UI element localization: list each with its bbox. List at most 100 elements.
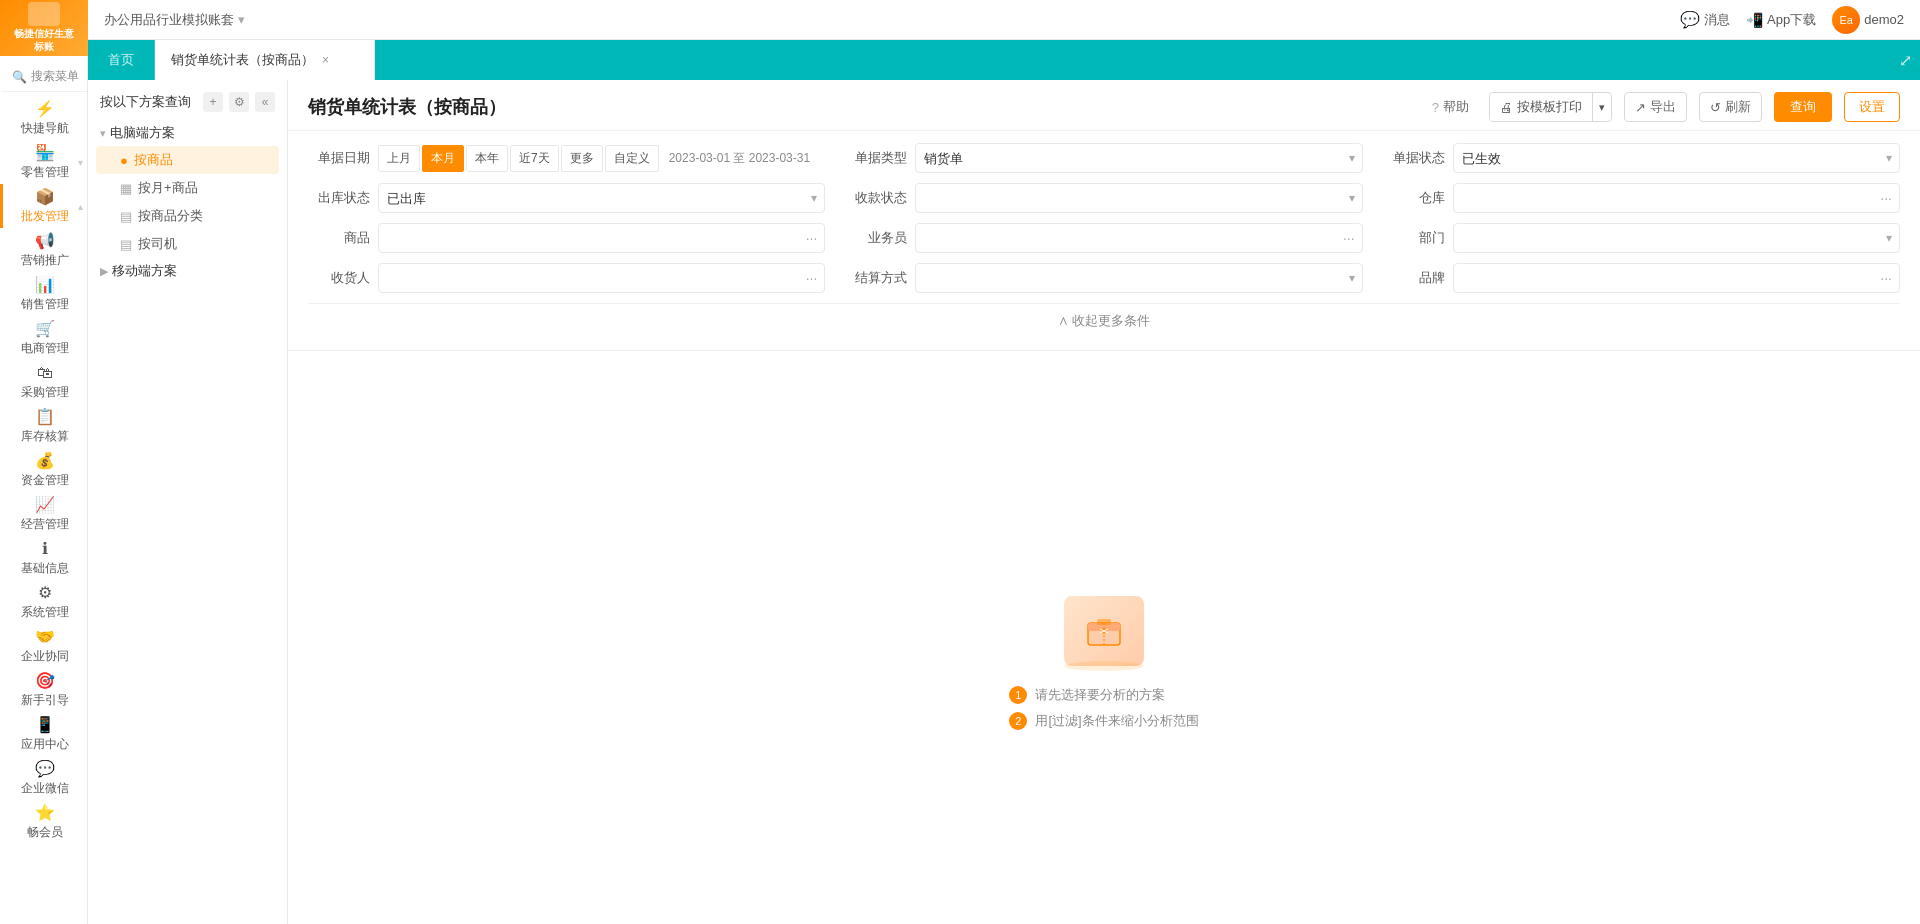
- panel-item-by-product[interactable]: ● 按商品: [96, 146, 279, 174]
- product-input-wrapper: ···: [378, 223, 825, 253]
- receipt-status-select[interactable]: [915, 183, 1362, 213]
- sidebar-item-wholesale[interactable]: 📦 批发管理 ▴: [0, 184, 87, 228]
- refresh-label: 刷新: [1725, 98, 1751, 116]
- app-download-btn[interactable]: 📲 App下载: [1746, 11, 1816, 29]
- sidebar-item-enterprise[interactable]: 🤝 企业协同: [0, 624, 87, 668]
- svg-rect-3: [1097, 619, 1111, 625]
- search-icon: 🔍: [12, 70, 27, 84]
- doc-type-select[interactable]: 销货单: [915, 143, 1362, 173]
- by-category-label: 按商品分类: [138, 207, 203, 225]
- brand-input[interactable]: [1453, 263, 1900, 293]
- settle-select[interactable]: [915, 263, 1362, 293]
- empty-box: [1064, 596, 1144, 666]
- product-dots[interactable]: ···: [806, 230, 818, 246]
- doc-status-select[interactable]: 已生效: [1453, 143, 1900, 173]
- panel-item-by-driver[interactable]: ▤ 按司机: [96, 230, 279, 258]
- basic-icon: ℹ: [42, 539, 48, 558]
- panel-item-by-month-product[interactable]: ▦ 按月+商品: [96, 174, 279, 202]
- date-btn-this-month[interactable]: 本月: [422, 145, 464, 172]
- export-btn[interactable]: ↗ 导出: [1624, 92, 1687, 122]
- sidebar-item-purchase[interactable]: 🛍 采购管理: [0, 360, 87, 404]
- sidebar-item-appcenter[interactable]: 📱 应用中心: [0, 712, 87, 756]
- date-btn-this-year[interactable]: 本年: [466, 145, 508, 172]
- sidebar-item-member-label: 畅会员: [27, 824, 63, 841]
- sidebar-item-quicknav-label: 快捷导航: [21, 120, 69, 137]
- logo-icon: [28, 2, 60, 26]
- sidebar-item-inventory[interactable]: 📋 库存核算: [0, 404, 87, 448]
- sales-person-dots[interactable]: ···: [1343, 230, 1355, 246]
- sidebar-item-retail[interactable]: 🏪 零售管理 ▾: [0, 140, 87, 184]
- print-dropdown-icon: ▾: [1599, 101, 1605, 113]
- sidebar-item-appcenter-label: 应用中心: [21, 736, 69, 753]
- warehouse-dots[interactable]: ···: [1880, 190, 1892, 206]
- print-dropdown-btn[interactable]: ▾: [1593, 96, 1611, 119]
- wholesale-icon: 📦: [35, 187, 55, 206]
- filter-row-3: 商品 ··· 业务员 ···: [308, 223, 1900, 253]
- date-control: 上月 本月 本年 近7天 更多 自定义 2023-03-01 至 2023-03…: [378, 145, 825, 172]
- receiver-input[interactable]: [378, 263, 825, 293]
- out-status-select[interactable]: 已出库: [378, 183, 825, 213]
- tab-maximize-btn[interactable]: ⤢: [1891, 40, 1920, 80]
- header-brand: 办公用品行业模拟账套 ▾: [104, 11, 245, 29]
- export-icon: ↗: [1635, 100, 1646, 115]
- step2-num: 2: [1009, 712, 1027, 730]
- system-icon: ⚙: [38, 583, 52, 602]
- panel-settings-btn[interactable]: ⚙: [229, 92, 249, 112]
- panel-add-btn[interactable]: +: [203, 92, 223, 112]
- retail-arrow: ▾: [78, 157, 83, 168]
- sidebar-item-guide[interactable]: 🎯 新手引导: [0, 668, 87, 712]
- user-profile[interactable]: Ea demo2: [1832, 6, 1904, 34]
- date-btn-last-month[interactable]: 上月: [378, 145, 420, 172]
- settings-btn[interactable]: 设置: [1844, 92, 1900, 122]
- tab-home-label: 首页: [108, 51, 134, 69]
- receiver-dots[interactable]: ···: [806, 270, 818, 286]
- sidebar-item-marketing[interactable]: 📢 营销推广: [0, 228, 87, 272]
- print-btn[interactable]: 🖨 按模板打印: [1490, 93, 1593, 121]
- mobile-section-header[interactable]: ▶ 移动端方案: [96, 258, 279, 284]
- tab-current[interactable]: 销货单统计表（按商品） ×: [155, 40, 375, 80]
- panel-item-by-category[interactable]: ▤ 按商品分类: [96, 202, 279, 230]
- date-group: 上月 本月 本年 近7天 更多 自定义 2023-03-01 至 2023-03…: [378, 145, 810, 172]
- refresh-btn[interactable]: ↺ 刷新: [1699, 92, 1762, 122]
- message-btn[interactable]: 💬 消息: [1680, 10, 1730, 29]
- warehouse-input[interactable]: [1453, 183, 1900, 213]
- header-left: 办公用品行业模拟账套 ▾: [104, 11, 245, 29]
- desktop-section-header[interactable]: ▾ 电脑端方案: [96, 120, 279, 146]
- tab-close-btn[interactable]: ×: [322, 53, 329, 67]
- receiver-input-wrapper: ···: [378, 263, 825, 293]
- sidebar-item-sales[interactable]: 📊 销售管理: [0, 272, 87, 316]
- sidebar-item-wxwork[interactable]: 💬 企业微信: [0, 756, 87, 800]
- dept-select[interactable]: [1453, 223, 1900, 253]
- sidebar-item-search[interactable]: 🔍 搜索菜单: [0, 56, 87, 92]
- tab-home[interactable]: 首页: [88, 40, 155, 80]
- sidebar-item-quicknav[interactable]: ⚡ 快捷导航: [0, 96, 87, 140]
- operations-icon: 📈: [35, 495, 55, 514]
- query-btn[interactable]: 查询: [1774, 92, 1832, 122]
- date-btn-more[interactable]: 更多: [561, 145, 603, 172]
- brand-dropdown-icon[interactable]: ▾: [238, 12, 245, 27]
- step1-num: 1: [1009, 686, 1027, 704]
- sidebar-item-finance-label: 资金管理: [21, 472, 69, 489]
- sidebar-item-system[interactable]: ⚙ 系统管理: [0, 580, 87, 624]
- sidebar-item-ecommerce[interactable]: 🛒 电商管理: [0, 316, 87, 360]
- sales-person-input[interactable]: [915, 223, 1362, 253]
- help-icon: ?: [1432, 100, 1439, 115]
- date-btn-7days[interactable]: 近7天: [510, 145, 559, 172]
- doc-type-wrapper: 销货单: [915, 143, 1362, 173]
- brand-dots[interactable]: ···: [1880, 270, 1892, 286]
- help-btn[interactable]: ? 帮助: [1424, 94, 1477, 120]
- appcenter-icon: 📱: [35, 715, 55, 734]
- sidebar-item-operations[interactable]: 📈 经营管理: [0, 492, 87, 536]
- panel-collapse-btn[interactable]: «: [255, 92, 275, 112]
- date-btn-custom[interactable]: 自定义: [605, 145, 659, 172]
- sidebar-item-basic[interactable]: ℹ 基础信息: [0, 536, 87, 580]
- receipt-status-label: 收款状态: [845, 189, 915, 207]
- collapse-bar[interactable]: ∧ 收起更多条件: [308, 303, 1900, 338]
- product-input[interactable]: [378, 223, 825, 253]
- empty-step-1: 1 请先选择要分析的方案: [1009, 686, 1198, 704]
- panel-section-mobile: ▶ 移动端方案: [88, 258, 287, 284]
- message-label: 消息: [1704, 11, 1730, 29]
- warehouse-input-wrapper: ···: [1453, 183, 1900, 213]
- sidebar-item-member[interactable]: ⭐ 畅会员: [0, 800, 87, 844]
- sidebar-item-finance[interactable]: 💰 资金管理: [0, 448, 87, 492]
